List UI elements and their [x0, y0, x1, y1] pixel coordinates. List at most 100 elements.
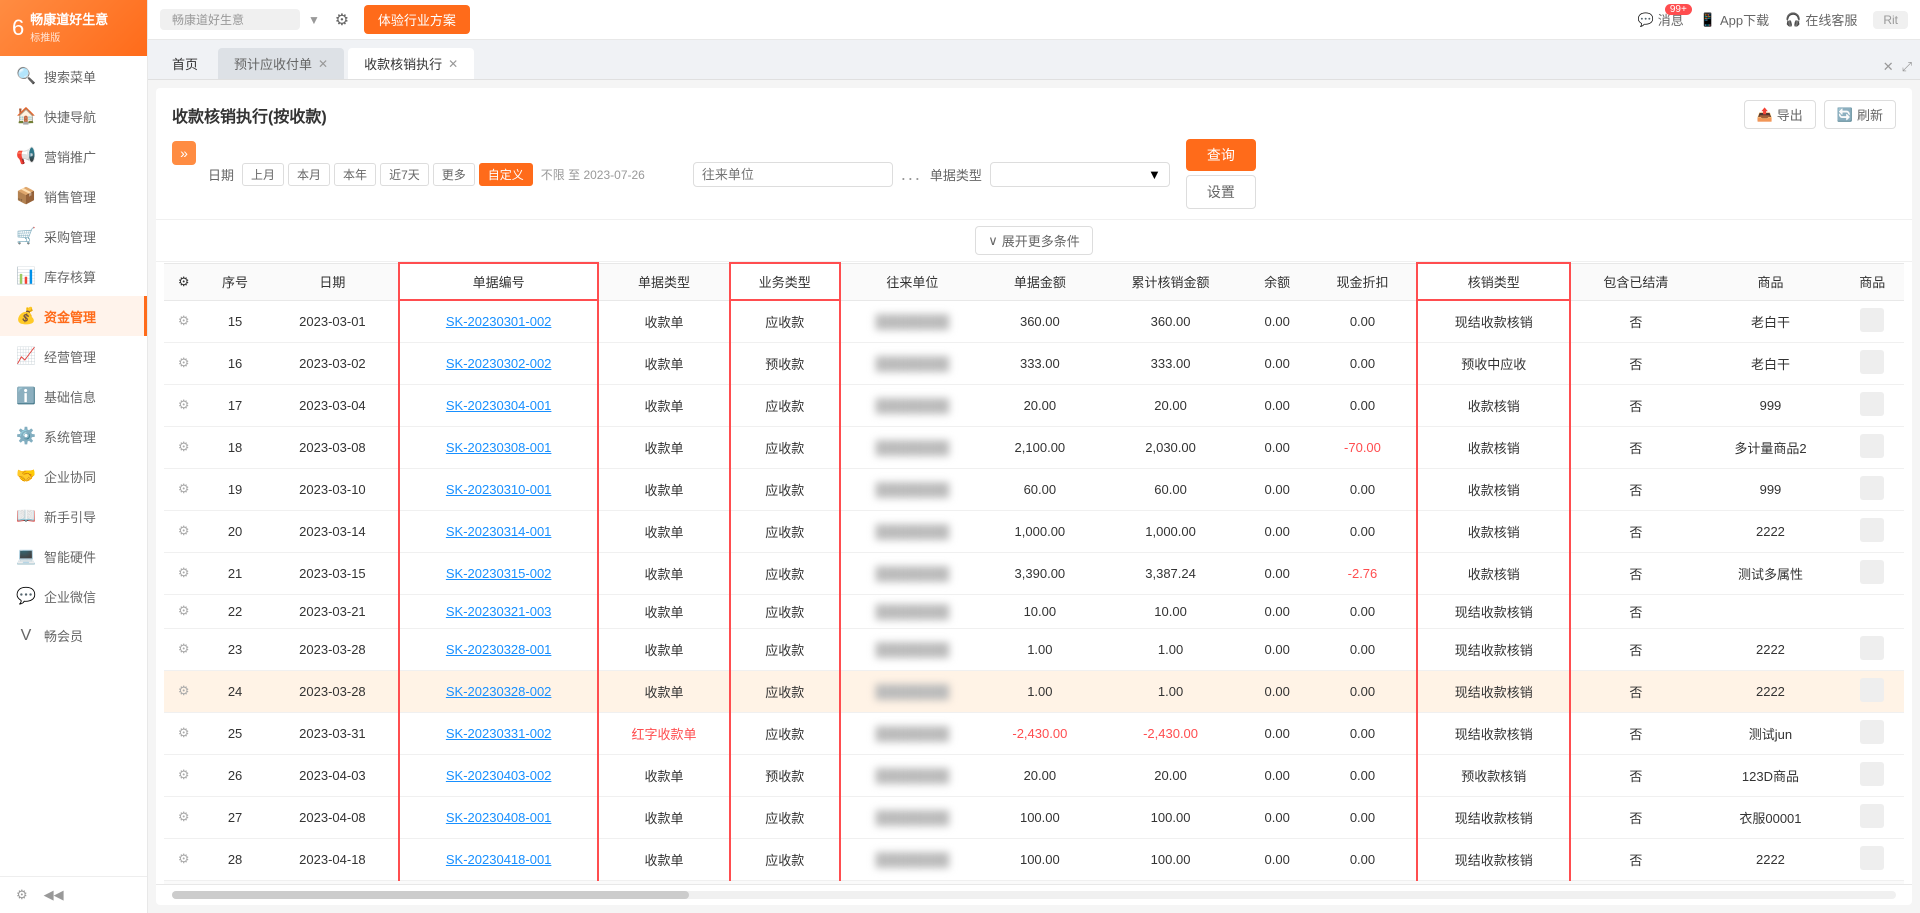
table-cell: 现结收款核销: [1417, 712, 1570, 754]
scroll-thumb[interactable]: [172, 891, 689, 899]
tab-home[interactable]: 首页: [156, 48, 214, 79]
row-settings-icon[interactable]: ⚙: [178, 313, 190, 328]
tab-collection[interactable]: 收款核销执行✕: [348, 48, 474, 79]
doc-no-link[interactable]: SK-20230310-001: [446, 482, 552, 497]
filter-toggle-button[interactable]: »: [172, 141, 196, 165]
query-button[interactable]: 查询: [1186, 139, 1256, 171]
row-settings-icon[interactable]: ⚙: [178, 725, 190, 740]
table-cell: 2023-03-21: [267, 594, 399, 628]
message-button[interactable]: 💬 消息 99+: [1638, 10, 1684, 29]
goods-thumbnail: [1860, 762, 1884, 786]
sidebar-item-member[interactable]: V畅会员: [0, 616, 147, 655]
sidebar-item-guide[interactable]: 📖新手引导: [0, 496, 147, 536]
table-cell: 60.00: [1096, 468, 1246, 510]
table-cell: 收款单: [598, 838, 730, 880]
doc-type-select[interactable]: ▼: [990, 162, 1170, 187]
partner-input[interactable]: [693, 162, 893, 187]
row-settings-icon[interactable]: ⚙: [178, 481, 190, 496]
sidebar-item-finance[interactable]: 💰资金管理: [0, 296, 147, 336]
row-settings-icon[interactable]: ⚙: [178, 683, 190, 698]
date-btn-本年[interactable]: 本年: [334, 163, 376, 186]
tab-prepay[interactable]: 预计应收付单✕: [218, 48, 344, 79]
expand-conditions-button[interactable]: ∨ 展开更多条件: [975, 226, 1093, 255]
table-cell: ⚙: [164, 426, 203, 468]
hardware-icon: 💻: [16, 546, 36, 566]
table-cell: 2222: [1700, 510, 1840, 552]
user-avatar[interactable]: Rit: [1873, 11, 1908, 29]
tab-close-icon[interactable]: ✕: [318, 57, 328, 71]
table-cell: 10.00: [1096, 594, 1246, 628]
table-cell: [1841, 594, 1904, 628]
operation-icon: 📈: [16, 346, 36, 366]
app-download-button[interactable]: 📱 App下载: [1700, 10, 1769, 29]
sidebar-item-corp[interactable]: 🤝企业协同: [0, 456, 147, 496]
date-btn-本月[interactable]: 本月: [288, 163, 330, 186]
sidebar-item-quick-nav[interactable]: 🏠快捷导航: [0, 96, 147, 136]
sidebar-item-purchase[interactable]: 🛒采购管理: [0, 216, 147, 256]
goods-thumbnail: [1860, 308, 1884, 332]
table-cell: 2023-04-18: [267, 838, 399, 880]
row-settings-icon[interactable]: ⚙: [178, 809, 190, 824]
row-settings-icon[interactable]: ⚙: [178, 767, 190, 782]
export-button[interactable]: 📤 导出: [1744, 100, 1816, 129]
table-cell: 收款单: [598, 510, 730, 552]
refresh-button[interactable]: 🔄 刷新: [1824, 100, 1896, 129]
row-settings-icon[interactable]: ⚙: [178, 603, 190, 618]
doc-no-link[interactable]: SK-20230302-002: [446, 356, 552, 371]
date-btn-近7天[interactable]: 近7天: [380, 163, 429, 186]
table-cell: 测试jun: [1700, 712, 1840, 754]
sidebar-item-inventory[interactable]: 📊库存核算: [0, 256, 147, 296]
doc-no-link[interactable]: SK-20230328-002: [446, 684, 552, 699]
table-cell: [1841, 510, 1904, 552]
doc-no-link[interactable]: SK-20230331-002: [446, 726, 552, 741]
row-settings-icon[interactable]: ⚙: [178, 439, 190, 454]
sidebar-item-system[interactable]: ⚙️系统管理: [0, 416, 147, 456]
window-maximize-icon[interactable]: ⤢: [1902, 59, 1912, 75]
sidebar-item-wechat[interactable]: 💬企业微信: [0, 576, 147, 616]
tab-close-icon[interactable]: ✕: [448, 57, 458, 71]
sidebar-item-hardware[interactable]: 💻智能硬件: [0, 536, 147, 576]
horizontal-scrollbar[interactable]: [172, 891, 1896, 899]
table-cell: 19: [203, 468, 266, 510]
online-service-button[interactable]: 🎧 在线客服: [1785, 10, 1857, 29]
sidebar-item-basic[interactable]: ℹ️基础信息: [0, 376, 147, 416]
date-btn-更多[interactable]: 更多: [433, 163, 475, 186]
filter-settings-button[interactable]: 设置: [1186, 175, 1256, 209]
sidebar-item-sales[interactable]: 📦销售管理: [0, 176, 147, 216]
doc-no-link[interactable]: SK-20230403-002: [446, 768, 552, 783]
table-cell: ████████: [840, 468, 984, 510]
row-settings-icon[interactable]: ⚙: [178, 523, 190, 538]
quick-nav-icon: 🏠: [16, 106, 36, 126]
col-header-partner: 往来单位: [840, 263, 984, 300]
doc-no-link[interactable]: SK-20230304-001: [446, 398, 552, 413]
doc-no-link[interactable]: SK-20230315-002: [446, 566, 552, 581]
doc-no-link[interactable]: SK-20230308-001: [446, 440, 552, 455]
date-btn-custom[interactable]: 自定义: [479, 163, 533, 186]
table-cell: SK-20230314-001: [399, 510, 598, 552]
solution-button[interactable]: 体验行业方案: [364, 5, 470, 34]
collapse-icon[interactable]: ◀◀: [44, 887, 64, 903]
table-cell: 应收款: [730, 628, 840, 670]
row-settings-icon[interactable]: ⚙: [178, 851, 190, 866]
date-btn-上月[interactable]: 上月: [242, 163, 284, 186]
sidebar-item-search[interactable]: 🔍搜索菜单: [0, 56, 147, 96]
doc-no-link[interactable]: SK-20230328-001: [446, 642, 552, 657]
settings-icon[interactable]: ⚙: [16, 887, 28, 903]
doc-no-link[interactable]: SK-20230408-001: [446, 810, 552, 825]
doc-no-link[interactable]: SK-20230418-001: [446, 852, 552, 867]
goods-thumbnail: [1860, 636, 1884, 660]
col-header-settle_type: 核销类型: [1417, 263, 1570, 300]
sidebar-item-marketing[interactable]: 📢营销推广: [0, 136, 147, 176]
row-settings-icon[interactable]: ⚙: [178, 565, 190, 580]
window-close-icon[interactable]: ✕: [1883, 59, 1894, 75]
row-settings-icon[interactable]: ⚙: [178, 397, 190, 412]
table-cell: 收款核销: [1417, 510, 1570, 552]
topbar-right: 💬 消息 99+ 📱 App下载 🎧 在线客服 Rit: [1638, 10, 1908, 29]
topbar-gear-button[interactable]: ⚙: [328, 6, 356, 34]
doc-no-link[interactable]: SK-20230314-001: [446, 524, 552, 539]
sidebar-item-operation[interactable]: 📈经营管理: [0, 336, 147, 376]
row-settings-icon[interactable]: ⚙: [178, 355, 190, 370]
doc-no-link[interactable]: SK-20230301-002: [446, 314, 552, 329]
doc-no-link[interactable]: SK-20230321-003: [446, 604, 552, 619]
row-settings-icon[interactable]: ⚙: [178, 641, 190, 656]
